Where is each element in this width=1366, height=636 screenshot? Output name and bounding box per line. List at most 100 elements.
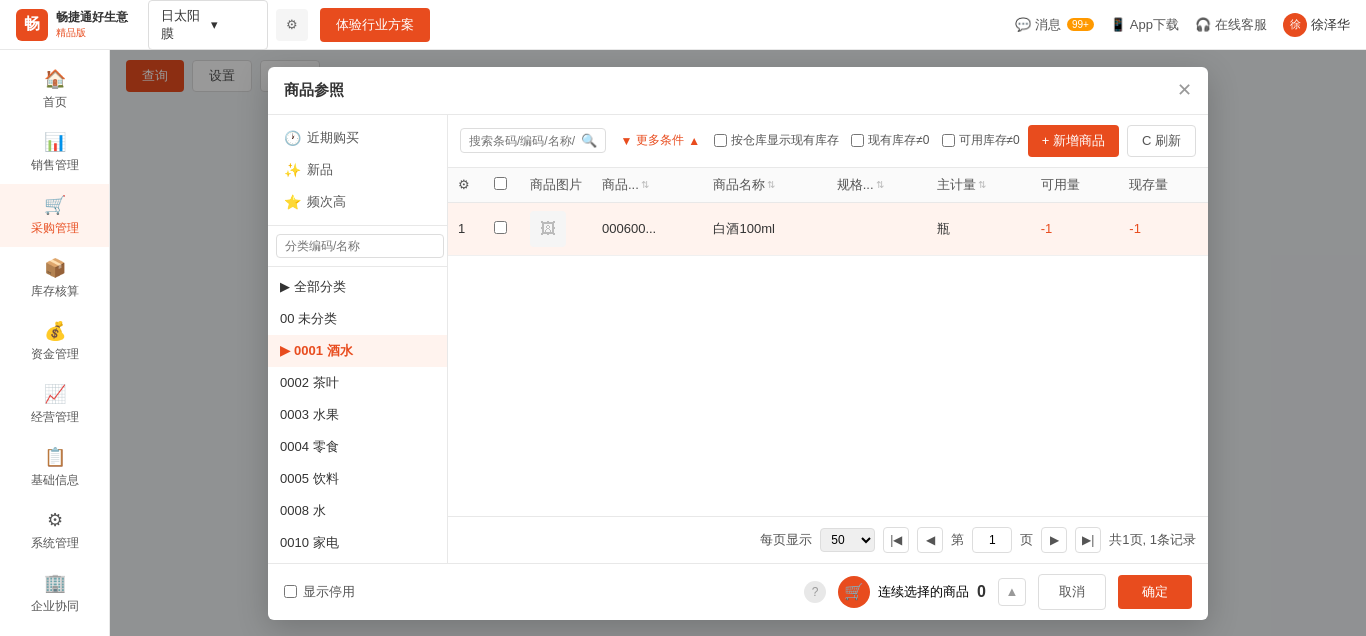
table-header-stock: 现存量: [1119, 168, 1208, 203]
sidebar-item-label: 经营管理: [31, 409, 79, 426]
sidebar-item-label: 销售管理: [31, 157, 79, 174]
sidebar-item-inventory[interactable]: 📦 库存核算: [0, 247, 109, 310]
category-item-label: 0010 家电: [280, 534, 339, 552]
tab-recent-purchase[interactable]: 🕐 近期购买: [276, 123, 439, 153]
modal-overlay: 商品参照 ✕ 🕐 近期购买 ✨ 新: [110, 50, 1366, 636]
add-product-button[interactable]: + 新增商品: [1028, 125, 1119, 157]
help-button[interactable]: ?: [804, 581, 826, 603]
show-disabled-input[interactable]: [284, 585, 297, 598]
main-content: 查询 设置 刷新 商品参照 ✕ 🕐: [110, 50, 1366, 636]
category-search: 🔍: [268, 226, 447, 267]
user-avatar[interactable]: 徐 徐泽华: [1283, 13, 1350, 37]
more-filter-button[interactable]: ▼ 更多条件 ▲: [614, 128, 706, 153]
row-check: [484, 202, 520, 255]
category-drinks[interactable]: 0005 饮料: [268, 463, 447, 495]
sidebar-item-home[interactable]: 🏠 首页: [0, 58, 109, 121]
star-icon: ⭐: [284, 194, 301, 210]
modal-footer: 显示停用 ? 🛒 连续选择的商品 0 ▲ 取消 确定: [268, 563, 1208, 620]
tab-label: 近期购买: [307, 129, 359, 147]
footer-right: ? 🛒 连续选择的商品 0 ▲ 取消 确定: [804, 574, 1192, 610]
table-header-unit[interactable]: 主计量 ⇅: [927, 168, 1031, 203]
select-all-checkbox[interactable]: [494, 177, 507, 190]
checkbox-available-label: 可用库存≠0: [959, 132, 1020, 149]
category-liquor[interactable]: ▶ 0001 酒水: [268, 335, 447, 367]
checkbox-warehouse-input[interactable]: [714, 134, 727, 147]
row-checkbox[interactable]: [494, 221, 507, 234]
online-service-item[interactable]: 🎧 在线客服: [1195, 16, 1267, 34]
sidebar-item-operations[interactable]: 📈 经营管理: [0, 373, 109, 436]
category-item-label: 0002 茶叶: [280, 374, 339, 392]
modal-close-button[interactable]: ✕: [1177, 79, 1192, 101]
table-header-name[interactable]: 商品名称 ⇅: [703, 168, 826, 203]
row-image: 🖼: [520, 202, 592, 255]
first-page-button[interactable]: |◀: [883, 527, 909, 553]
next-page-button[interactable]: ▶: [1041, 527, 1067, 553]
page-input[interactable]: [972, 527, 1012, 553]
filter-icon: ▼: [620, 134, 632, 148]
settings-icon[interactable]: ⚙: [458, 177, 470, 192]
basic-info-icon: 📋: [44, 446, 66, 468]
arrow-right-icon: ▶: [280, 279, 290, 294]
product-search-icon[interactable]: 🔍: [581, 133, 597, 148]
app-download-item[interactable]: 📱 App下载: [1110, 16, 1179, 34]
sidebar-item-enterprise[interactable]: 🏢 企业协同: [0, 562, 109, 625]
avatar: 徐: [1283, 13, 1307, 37]
messages-badge: 99+: [1067, 18, 1094, 31]
messages-item[interactable]: 💬 消息 99+: [1015, 16, 1094, 34]
category-water[interactable]: 0008 水: [268, 495, 447, 527]
category-tea[interactable]: 0002 茶叶: [268, 367, 447, 399]
table-header-available[interactable]: 可用量: [1031, 168, 1120, 203]
per-page-select[interactable]: 50 10 20 100: [820, 528, 875, 552]
message-icon: 💬: [1015, 17, 1031, 32]
category-snacks[interactable]: 0004 零食: [268, 431, 447, 463]
modal-title: 商品参照: [284, 81, 1177, 100]
show-disabled-checkbox[interactable]: 显示停用: [284, 583, 355, 601]
finance-icon: 💰: [44, 320, 66, 342]
nav-dropdown[interactable]: 日太阳膜 ▾: [148, 0, 268, 50]
product-search-wrapper: 🔍: [460, 128, 606, 153]
prev-page-button[interactable]: ◀: [917, 527, 943, 553]
tab-high-frequency[interactable]: ⭐ 频次高: [276, 187, 439, 217]
sidebar-item-sales[interactable]: 📊 销售管理: [0, 121, 109, 184]
checkbox-existing[interactable]: 现有库存≠0: [851, 132, 929, 149]
sidebar-item-label: 采购管理: [31, 220, 79, 237]
table-header-code[interactable]: 商品... ⇅: [592, 168, 703, 203]
table-header-spec[interactable]: 规格... ⇅: [827, 168, 927, 203]
gear-button[interactable]: ⚙: [276, 9, 308, 41]
category-fruit[interactable]: 0003 水果: [268, 399, 447, 431]
category-all[interactable]: ▶ 全部分类: [268, 271, 447, 303]
category-uncategorized[interactable]: 00 未分类: [268, 303, 447, 335]
last-page-button[interactable]: ▶|: [1075, 527, 1101, 553]
checkbox-available-input[interactable]: [942, 134, 955, 147]
row-available: -1: [1031, 202, 1120, 255]
product-table-wrapper: ⚙ 商品图片: [448, 168, 1208, 516]
logo-icon: 畅: [16, 9, 48, 41]
category-item-label: 0008 水: [280, 502, 326, 520]
fold-button[interactable]: ▲: [998, 578, 1026, 606]
modal-body: 🕐 近期购买 ✨ 新品 ⭐ 频次高: [268, 115, 1208, 563]
sidebar-item-basic-info[interactable]: 📋 基础信息: [0, 436, 109, 499]
messages-label: 消息: [1035, 16, 1061, 34]
category-item-label: 全部分类: [294, 278, 346, 296]
confirm-button[interactable]: 确定: [1118, 575, 1192, 609]
new-icon: ✨: [284, 162, 301, 178]
product-search-input[interactable]: [469, 134, 575, 148]
table-row[interactable]: 1 🖼 000600... 白酒100ml: [448, 202, 1208, 255]
sidebar-item-purchase[interactable]: 🛒 采购管理: [0, 184, 109, 247]
refresh-button[interactable]: C 刷新: [1127, 125, 1196, 157]
category-search-input[interactable]: [276, 234, 444, 258]
category-appliances[interactable]: 0010 家电: [268, 527, 447, 559]
cancel-button[interactable]: 取消: [1038, 574, 1106, 610]
sidebar: 🏠 首页 📊 销售管理 🛒 采购管理 📦 库存核算 💰 资金管理 📈 经营管理 …: [0, 50, 110, 636]
checkbox-available[interactable]: 可用库存≠0: [942, 132, 1020, 149]
checkbox-warehouse[interactable]: 按仓库显示现有库存: [714, 132, 839, 149]
experience-button[interactable]: 体验行业方案: [320, 8, 430, 42]
checkbox-existing-input[interactable]: [851, 134, 864, 147]
sort-icon: ⇅: [641, 179, 649, 190]
row-spec: [827, 202, 927, 255]
sidebar-item-system[interactable]: ⚙ 系统管理: [0, 499, 109, 562]
tab-new-products[interactable]: ✨ 新品: [276, 155, 439, 185]
sidebar-item-guide[interactable]: 🎯 新手引导: [0, 625, 109, 636]
sidebar-item-finance[interactable]: 💰 资金管理: [0, 310, 109, 373]
sort-icon-spec: ⇅: [876, 179, 884, 190]
